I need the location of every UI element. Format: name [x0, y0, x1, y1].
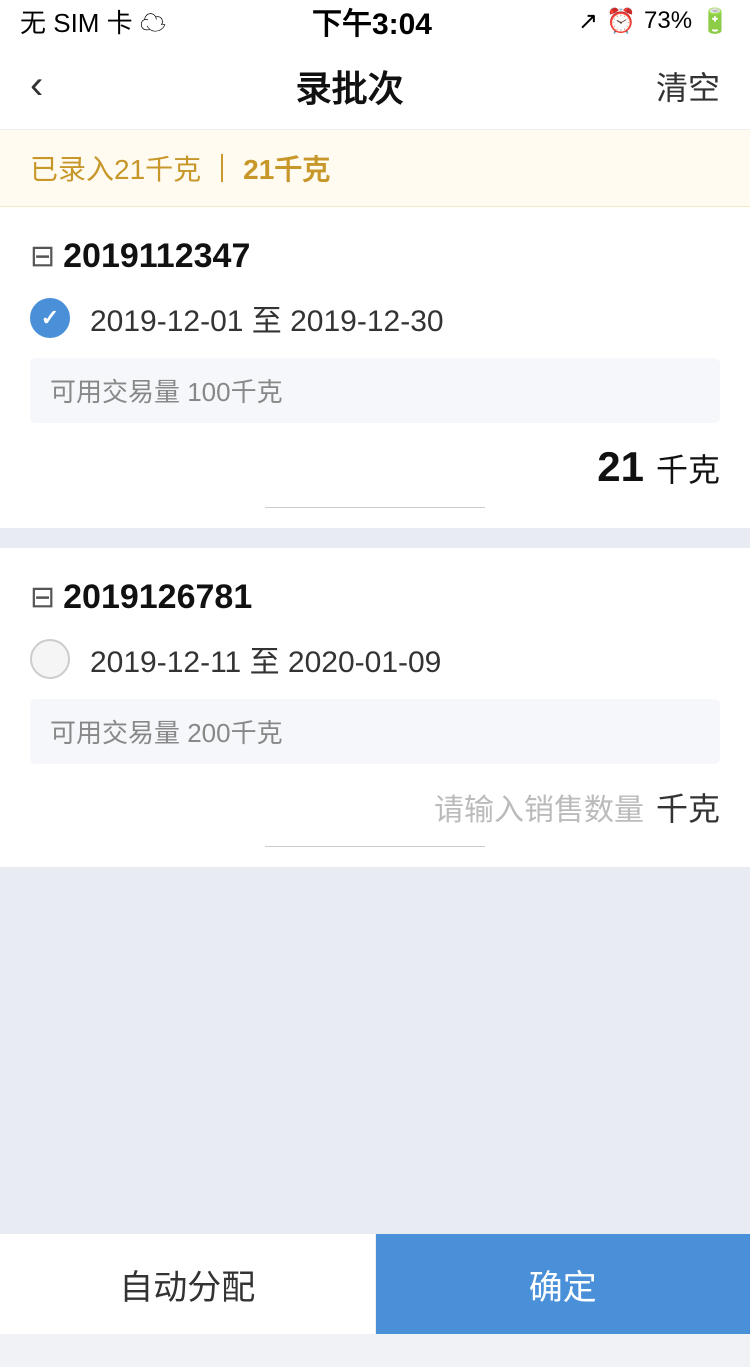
card1-radio[interactable]: [30, 298, 70, 338]
card1-available: 可用交易量 100千克: [30, 358, 720, 423]
confirm-button[interactable]: 确定: [376, 1234, 750, 1334]
auto-distribute-button[interactable]: 自动分配: [0, 1234, 376, 1334]
card1-amount[interactable]: 21: [597, 443, 644, 491]
nav-bar: ‹ 录批次 清空: [0, 42, 750, 130]
banner-label: 已录入21千克: [30, 148, 201, 188]
card1-header: ⊟ 2019112347: [0, 207, 750, 286]
battery-icon: 🔋: [700, 7, 730, 36]
card1-amount-row: 21 千克: [0, 423, 750, 507]
card2-unit: 千克: [656, 784, 720, 830]
card2-available: 可用交易量 200千克: [30, 699, 720, 764]
location-icon: ↗: [578, 7, 598, 36]
batch-card-2: ⊟ 2019126781 2019-12-11 至 2020-01-09 可用交…: [0, 548, 750, 867]
card1-date: 2019-12-01 至 2019-12-30: [90, 296, 444, 340]
card2-icon: ⊟: [30, 580, 55, 615]
banner-value: 21千克: [243, 148, 330, 188]
card1-unit: 千克: [656, 445, 720, 491]
card2-input-row[interactable]: 请输入销售数量 千克: [0, 764, 750, 846]
status-bar: 无 SIM 卡 ☁ 下午3:04 ↗ ⏰ 73% 🔋: [0, 0, 750, 42]
batch-card-1: ⊟ 2019112347 2019-12-01 至 2019-12-30 可用交…: [0, 207, 750, 528]
gray-area: [0, 867, 750, 1267]
info-banner: 已录入21千克 21千克: [0, 130, 750, 207]
battery-percent: 73%: [644, 7, 692, 35]
card2-date-row[interactable]: 2019-12-11 至 2020-01-09: [0, 627, 750, 691]
card1-icon: ⊟: [30, 239, 55, 274]
card2-input-placeholder: 请输入销售数量: [434, 785, 644, 829]
card1-id: 2019112347: [63, 237, 250, 276]
sim-status: 无 SIM 卡 ☁: [20, 3, 166, 40]
card2-id: 2019126781: [63, 578, 252, 617]
status-left: 无 SIM 卡 ☁: [20, 3, 166, 40]
content-area: ⊟ 2019112347 2019-12-01 至 2019-12-30 可用交…: [0, 207, 750, 1367]
clear-button[interactable]: 清空: [656, 63, 720, 109]
back-button[interactable]: ‹: [30, 63, 43, 108]
card2-radio[interactable]: [30, 639, 70, 679]
card-divider: [0, 528, 750, 548]
page-title: 录批次: [296, 60, 404, 112]
status-time: 下午3:04: [312, 0, 432, 43]
card2-header: ⊟ 2019126781: [0, 548, 750, 627]
card2-date: 2019-12-11 至 2020-01-09: [90, 637, 441, 681]
alarm-icon: ⏰: [606, 7, 636, 36]
card1-date-row[interactable]: 2019-12-01 至 2019-12-30: [0, 286, 750, 350]
bottom-bar: 自动分配 确定: [0, 1234, 750, 1334]
status-right: ↗ ⏰ 73% 🔋: [578, 7, 730, 36]
banner-divider: [221, 154, 223, 182]
